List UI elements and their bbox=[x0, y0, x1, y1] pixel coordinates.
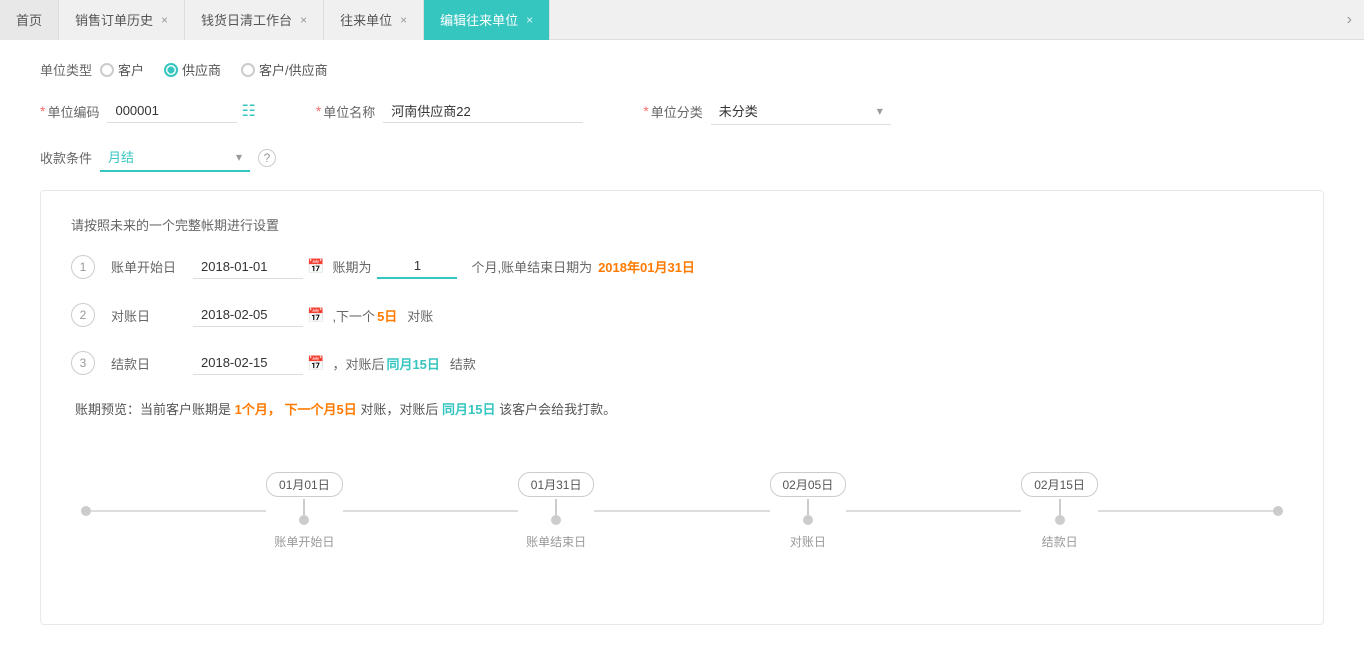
timeline-spacer-2 bbox=[594, 510, 769, 512]
payment-condition-label: 收款条件 bbox=[40, 148, 92, 167]
timeline-node-3: 02月05日 对账日 bbox=[770, 472, 847, 550]
unit-name-input[interactable] bbox=[383, 99, 583, 123]
radio-customer[interactable]: 客户 bbox=[100, 60, 144, 79]
tab-cashier[interactable]: 钱货日清工作台 × bbox=[185, 0, 324, 40]
setting-row-2: 2 对账日 📅 ,下一个 5日 对账 bbox=[71, 303, 1293, 327]
unit-type-label: 单位类型 bbox=[40, 60, 92, 79]
radio-supplier[interactable]: 供应商 bbox=[164, 60, 221, 79]
tab-partner[interactable]: 往来单位 × bbox=[324, 0, 424, 40]
preview-mid: 对账，对账后 bbox=[360, 402, 438, 417]
timeline-end-dot bbox=[1273, 506, 1283, 516]
calendar-icon-1[interactable]: 📅 bbox=[307, 258, 324, 275]
timeline-sublabel-1: 账单开始日 bbox=[274, 533, 334, 550]
settlement-date-input[interactable] bbox=[193, 351, 303, 375]
unit-code-input[interactable] bbox=[107, 99, 237, 123]
unit-category-value: 未分类 bbox=[719, 101, 877, 120]
settlement-label: 结款日 bbox=[111, 354, 181, 373]
setting-row-1: 1 账单开始日 📅 账期为 个月,账单结束日期为 2018年01月31日 bbox=[71, 254, 1293, 279]
timeline-pill-1: 01月01日 bbox=[266, 472, 343, 497]
unit-code-label: 单位编码 bbox=[47, 102, 99, 121]
main-content: 单位类型 客户 供应商 客户/供应商 * 单位编码 ☷ * 单位名称 * bbox=[0, 40, 1364, 665]
reconcile-day-highlight: 5日 bbox=[377, 306, 397, 325]
tab-close-sales-history[interactable]: × bbox=[161, 13, 168, 27]
card-title: 请按照未来的一个完整帐期进行设置 bbox=[71, 215, 1293, 234]
unit-code-icon[interactable]: ☷ bbox=[241, 101, 255, 121]
tab-edit-partner[interactable]: 编辑往来单位 × bbox=[424, 0, 550, 40]
timeline-wrapper: 01月01日 账单开始日 01月31日 账单结束日 bbox=[71, 442, 1293, 600]
required-star-name: * bbox=[316, 103, 321, 119]
timeline-sublabel-2: 账单结束日 bbox=[526, 533, 586, 550]
unit-category-label: 单位分类 bbox=[651, 102, 703, 121]
payment-condition-select[interactable]: 月结 ▾ bbox=[100, 143, 250, 172]
help-icon[interactable]: ? bbox=[258, 149, 276, 167]
radio-both[interactable]: 客户/供应商 bbox=[241, 60, 328, 79]
timeline-spacer-0 bbox=[91, 510, 266, 512]
timeline-start-dot bbox=[81, 506, 91, 516]
settlement-suffix: 结款 bbox=[450, 354, 476, 373]
settlement-day-highlight: 同月15日 bbox=[386, 354, 439, 373]
calendar-icon-2[interactable]: 📅 bbox=[307, 307, 324, 324]
tab-sales-history[interactable]: 销售订单历史 × bbox=[59, 0, 185, 40]
reconcile-suffix: 对账 bbox=[407, 306, 433, 325]
timeline-node-4: 02月15日 结款日 bbox=[1021, 472, 1098, 550]
unit-category-select[interactable]: 未分类 ▾ bbox=[711, 97, 891, 125]
required-star-category: * bbox=[643, 103, 648, 119]
timeline-pill-2: 01月31日 bbox=[518, 472, 595, 497]
tab-close-cashier[interactable]: × bbox=[300, 13, 307, 27]
unit-type-row: 单位类型 客户 供应商 客户/供应商 bbox=[40, 60, 1324, 79]
timeline-node-2: 01月31日 账单结束日 bbox=[518, 472, 595, 550]
preview-period: 1个月， bbox=[235, 402, 281, 417]
timeline-node-1: 01月01日 账单开始日 bbox=[266, 472, 343, 550]
settlement-desc: ，对账后 bbox=[332, 354, 384, 373]
tab-close-edit-partner[interactable]: × bbox=[526, 13, 533, 27]
period-prefix: 账期为 bbox=[332, 257, 371, 276]
preview-reconcile-day: 下一个月5日 bbox=[285, 402, 357, 417]
timeline-row: 01月01日 账单开始日 01月31日 账单结束日 bbox=[81, 472, 1283, 550]
unit-info-row: * 单位编码 ☷ * 单位名称 * 单位分类 未分类 ▾ bbox=[40, 97, 1324, 125]
account-start-label: 账单开始日 bbox=[111, 257, 181, 276]
timeline-sublabel-4: 结款日 bbox=[1042, 533, 1078, 550]
timeline-spacer-4 bbox=[1098, 510, 1273, 512]
timeline-sublabel-3: 对账日 bbox=[790, 533, 826, 550]
reconcile-label: 对账日 bbox=[111, 306, 181, 325]
timeline-pill-4: 02月15日 bbox=[1021, 472, 1098, 497]
radio-circle-both bbox=[241, 63, 255, 77]
setting-num-2: 2 bbox=[71, 303, 95, 327]
preview-settlement-day: 同月15日 bbox=[442, 402, 495, 417]
settings-card: 请按照未来的一个完整帐期进行设置 1 账单开始日 📅 账期为 个月,账单结束日期… bbox=[40, 190, 1324, 625]
preview-text: 账期预览：当前客户账期是 1个月， 下一个月5日 对账，对账后 同月15日 该客… bbox=[71, 399, 1293, 418]
category-dropdown-icon: ▾ bbox=[877, 104, 883, 118]
unit-type-radio-group: 客户 供应商 客户/供应商 bbox=[100, 60, 328, 79]
tab-expand-btn[interactable]: › bbox=[1335, 11, 1364, 29]
timeline-spacer-3 bbox=[846, 510, 1021, 512]
period-suffix: 个月,账单结束日期为 bbox=[471, 257, 592, 276]
payment-condition-value: 月结 bbox=[108, 147, 236, 166]
reconcile-desc: ,下一个 bbox=[332, 306, 375, 325]
radio-circle-customer bbox=[100, 63, 114, 77]
calendar-icon-3[interactable]: 📅 bbox=[307, 355, 324, 372]
timeline-spacer-1 bbox=[343, 510, 518, 512]
unit-name-label: 单位名称 bbox=[323, 102, 375, 121]
setting-row-3: 3 结款日 📅 ，对账后 同月15日 结款 bbox=[71, 351, 1293, 375]
tab-home[interactable]: 首页 bbox=[0, 0, 59, 40]
required-star-code: * bbox=[40, 103, 45, 119]
payment-condition-row: 收款条件 月结 ▾ ? bbox=[40, 143, 1324, 172]
tab-bar: 首页 销售订单历史 × 钱货日清工作台 × 往来单位 × 编辑往来单位 × › bbox=[0, 0, 1364, 40]
account-end-date-highlight: 2018年01月31日 bbox=[598, 257, 695, 276]
radio-circle-supplier bbox=[164, 63, 178, 77]
setting-num-1: 1 bbox=[71, 255, 95, 279]
tab-close-partner[interactable]: × bbox=[400, 13, 407, 27]
account-start-date-input[interactable] bbox=[193, 255, 303, 279]
period-input[interactable] bbox=[377, 254, 457, 279]
timeline-pill-3: 02月05日 bbox=[770, 472, 847, 497]
reconcile-date-input[interactable] bbox=[193, 303, 303, 327]
payment-dropdown-icon: ▾ bbox=[236, 150, 242, 164]
setting-num-3: 3 bbox=[71, 351, 95, 375]
